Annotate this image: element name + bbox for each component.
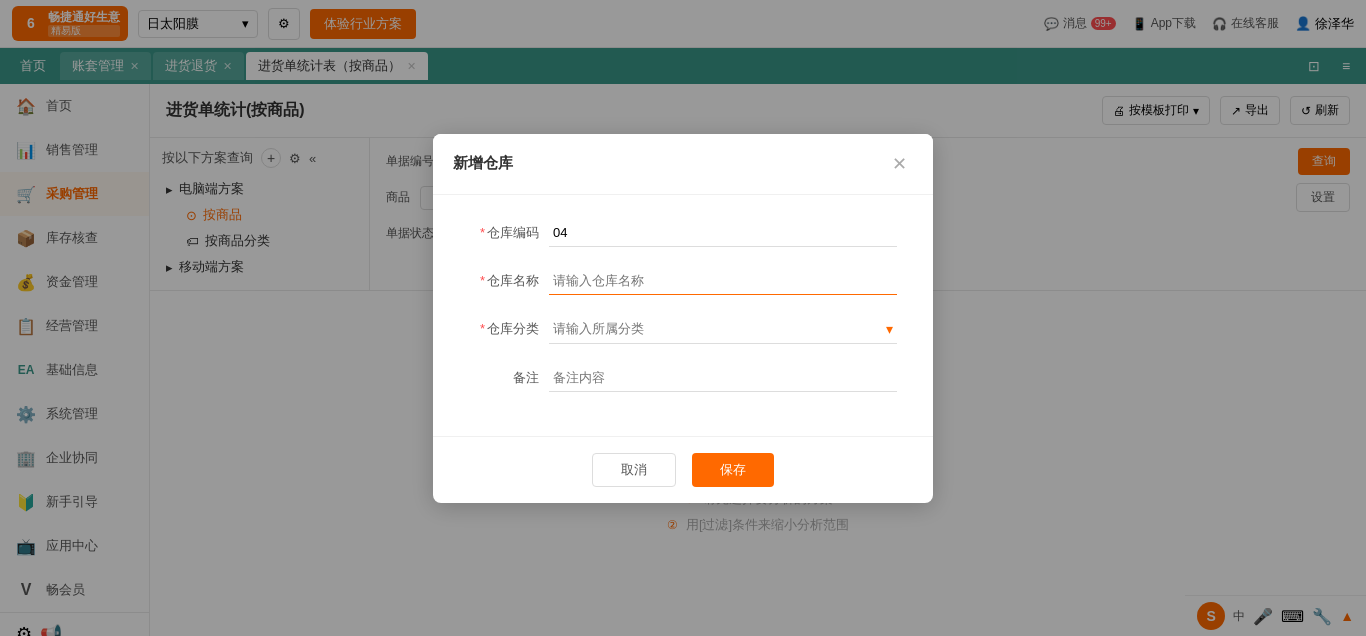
form-row-name: 仓库名称	[469, 267, 897, 295]
name-input[interactable]	[549, 267, 897, 295]
dialog-body: 仓库编码 仓库名称 仓库分类 ▾ 备注	[433, 195, 933, 436]
name-label: 仓库名称	[469, 272, 549, 290]
remark-label: 备注	[469, 369, 549, 387]
category-dropdown-icon: ▾	[886, 321, 893, 337]
form-row-remark: 备注	[469, 364, 897, 392]
remark-input[interactable]	[549, 364, 897, 392]
modal-overlay: 新增仓库 ✕ 仓库编码 仓库名称 仓库分类 ▾	[0, 0, 1366, 636]
category-label: 仓库分类	[469, 320, 549, 338]
save-button[interactable]: 保存	[692, 453, 774, 487]
add-warehouse-dialog: 新增仓库 ✕ 仓库编码 仓库名称 仓库分类 ▾	[433, 134, 933, 503]
category-select[interactable]: ▾	[549, 315, 897, 344]
dialog-title: 新增仓库	[453, 154, 885, 173]
dialog-close-button[interactable]: ✕	[885, 150, 913, 178]
dialog-header: 新增仓库 ✕	[433, 134, 933, 195]
category-input[interactable]	[553, 321, 886, 336]
cancel-button[interactable]: 取消	[592, 453, 676, 487]
form-row-category: 仓库分类 ▾	[469, 315, 897, 344]
code-label: 仓库编码	[469, 224, 549, 242]
form-row-code: 仓库编码	[469, 219, 897, 247]
code-input[interactable]	[549, 219, 897, 247]
dialog-footer: 取消 保存	[433, 436, 933, 503]
